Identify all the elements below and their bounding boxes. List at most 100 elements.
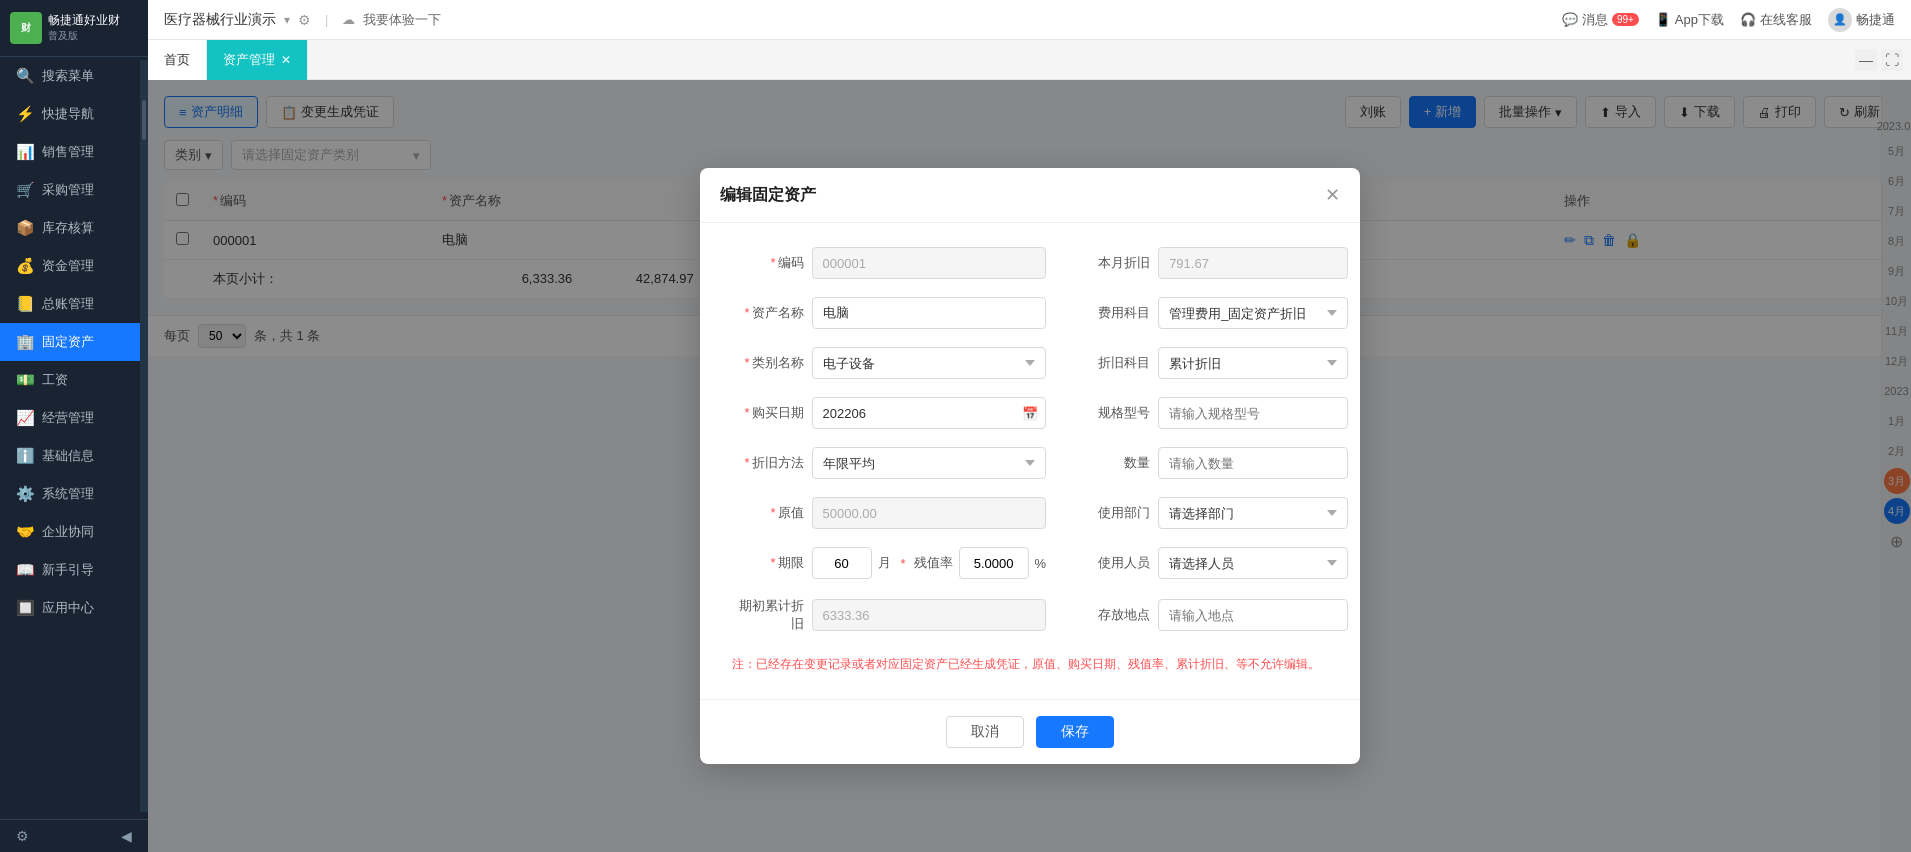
sidebar-scrollbar-track xyxy=(140,60,148,812)
field-code: *编码 xyxy=(732,247,1063,279)
field-original-value: *原值 xyxy=(732,497,1063,529)
field-dep-subject: 折旧科目 累计折旧 xyxy=(1062,347,1348,379)
salvage-unit: % xyxy=(1035,556,1047,571)
logo-sub: 普及版 xyxy=(48,29,120,43)
code-input[interactable] xyxy=(812,247,1047,279)
sidebar-item-finance[interactable]: 💰 资金管理 xyxy=(0,247,148,285)
expense-subject-label: 费用科目 xyxy=(1078,304,1158,322)
sidebar-item-fixed-assets[interactable]: 🏢 固定资产 xyxy=(0,323,148,361)
dep-subject-wrap: 累计折旧 xyxy=(1158,347,1348,379)
sidebar-item-operations[interactable]: 📈 经营管理 xyxy=(0,399,148,437)
period-salvage-group: 月 * 残值率 % xyxy=(812,547,1047,579)
modal-footer: 取消 保存 xyxy=(700,699,1360,764)
original-value-input[interactable] xyxy=(812,497,1047,529)
message-btn[interactable]: 💬 消息 99+ xyxy=(1562,11,1639,29)
monthly-dep-input xyxy=(1158,247,1348,279)
field-asset-name: *资产名称 xyxy=(732,297,1063,329)
sidebar-item-label: 采购管理 xyxy=(42,181,94,199)
sidebar-item-enterprise[interactable]: 🤝 企业协同 xyxy=(0,513,148,551)
quick-nav-icon: ⚡ xyxy=(16,105,34,123)
person-select[interactable]: 请选择人员 xyxy=(1158,547,1348,579)
salvage-label: 残值率 xyxy=(914,554,953,572)
sidebar-item-search[interactable]: 🔍 搜索菜单 xyxy=(0,57,148,95)
message-icon: 💬 xyxy=(1562,12,1578,27)
modal-overlay: 编辑固定资产 ✕ *编码 xyxy=(148,80,1911,852)
expense-subject-select[interactable]: 管理费用_固定资产折旧 xyxy=(1158,297,1348,329)
sidebar-item-label: 系统管理 xyxy=(42,485,94,503)
minimize-btn[interactable]: — xyxy=(1855,49,1877,71)
message-badge: 99+ xyxy=(1612,13,1639,26)
dep-subject-select[interactable]: 累计折旧 xyxy=(1158,347,1348,379)
modal-title: 编辑固定资产 xyxy=(720,185,816,206)
app-logo: 财 畅捷通好业财 普及版 xyxy=(10,12,138,44)
dep-method-select[interactable]: 年限平均 xyxy=(812,447,1047,479)
save-button[interactable]: 保存 xyxy=(1036,716,1114,748)
purchase-date-input[interactable] xyxy=(812,397,1047,429)
trial-label[interactable]: 我要体验一下 xyxy=(363,11,441,29)
sidebar-item-inventory[interactable]: 📦 库存核算 xyxy=(0,209,148,247)
fixed-assets-icon: 🏢 xyxy=(16,333,34,351)
topbar-gear-icon[interactable]: ⚙ xyxy=(298,12,311,28)
modal-close-icon[interactable]: ✕ xyxy=(1325,184,1340,206)
field-period-salvage: *期限 月 * 残值率 % xyxy=(732,547,1063,579)
logo-text: 畅捷通好业财 xyxy=(48,13,120,29)
tab-close-icon[interactable]: ✕ xyxy=(281,53,291,67)
search-icon: 🔍 xyxy=(16,67,34,85)
sidebar-scrollbar-thumb xyxy=(142,100,146,140)
quantity-input[interactable] xyxy=(1158,447,1348,479)
location-input[interactable] xyxy=(1158,599,1348,631)
window-controls: — ⛶ xyxy=(1855,49,1911,71)
field-spec: 规格型号 xyxy=(1062,397,1348,429)
settings-icon[interactable]: ⚙ xyxy=(16,828,29,844)
maximize-btn[interactable]: ⛶ xyxy=(1881,49,1903,71)
message-label: 消息 xyxy=(1582,11,1608,29)
period-input[interactable] xyxy=(812,547,872,579)
collapse-icon[interactable]: ◀ xyxy=(121,828,132,844)
spec-input[interactable] xyxy=(1158,397,1348,429)
sidebar-item-guide[interactable]: 📖 新手引导 xyxy=(0,551,148,589)
app-center-icon: 🔲 xyxy=(16,599,34,617)
payroll-icon: 💵 xyxy=(16,371,34,389)
sidebar-item-quick-nav[interactable]: ⚡ 快捷导航 xyxy=(0,95,148,133)
period-unit: 月 xyxy=(878,554,891,572)
category-select[interactable]: 电子设备 xyxy=(812,347,1047,379)
salvage-input[interactable] xyxy=(959,547,1029,579)
sidebar-item-label: 库存核算 xyxy=(42,219,94,237)
purchase-date-label: *购买日期 xyxy=(732,404,812,422)
ledger-icon: 📒 xyxy=(16,295,34,313)
headset-icon: 🎧 xyxy=(1740,12,1756,27)
modal-header: 编辑固定资产 ✕ xyxy=(700,168,1360,223)
location-label: 存放地点 xyxy=(1078,606,1158,624)
sidebar-item-basic-info[interactable]: ℹ️ 基础信息 xyxy=(0,437,148,475)
tab-home-label: 首页 xyxy=(164,51,190,69)
sidebar-item-ledger[interactable]: 📒 总账管理 xyxy=(0,285,148,323)
modal-note: 注：已经存在变更记录或者对应固定资产已经生成凭证，原值、购买日期、残值率、累计折… xyxy=(732,655,1328,674)
monthly-dep-label: 本月折旧 xyxy=(1078,254,1158,272)
sidebar-item-label: 固定资产 xyxy=(42,333,94,351)
field-purchase-date: *购买日期 📅 xyxy=(732,397,1063,429)
app-download-btn[interactable]: 📱 App下载 xyxy=(1655,11,1724,29)
field-monthly-dep: 本月折旧 xyxy=(1062,247,1348,279)
company-dropdown-icon[interactable]: ▾ xyxy=(284,13,290,27)
user-avatar[interactable]: 👤 畅捷通 xyxy=(1828,8,1895,32)
topbar-right: 💬 消息 99+ 📱 App下载 🎧 在线客服 👤 畅捷通 xyxy=(1562,8,1895,32)
cancel-button[interactable]: 取消 xyxy=(946,716,1024,748)
dept-select[interactable]: 请选择部门 xyxy=(1158,497,1348,529)
sidebar-item-payroll[interactable]: 💵 工资 xyxy=(0,361,148,399)
sidebar-item-app-center[interactable]: 🔲 应用中心 xyxy=(0,589,148,627)
asset-name-input[interactable] xyxy=(812,297,1047,329)
sidebar-item-system[interactable]: ⚙️ 系统管理 xyxy=(0,475,148,513)
sidebar: 财 畅捷通好业财 普及版 🔍 搜索菜单 ⚡ 快捷导航 📊 销售管理 xyxy=(0,0,148,852)
customer-service-btn[interactable]: 🎧 在线客服 xyxy=(1740,11,1812,29)
sidebar-item-label: 新手引导 xyxy=(42,561,94,579)
sidebar-item-label: 资金管理 xyxy=(42,257,94,275)
sidebar-item-sales[interactable]: 📊 销售管理 xyxy=(0,133,148,171)
content-area: ≡ 资产明细 📋 变更生成凭证 刘账 + 新增 批量操作 ▾ xyxy=(148,80,1911,852)
sidebar-item-purchase[interactable]: 🛒 采购管理 xyxy=(0,171,148,209)
tab-home[interactable]: 首页 xyxy=(148,40,207,80)
sales-icon: 📊 xyxy=(16,143,34,161)
guide-icon: 📖 xyxy=(16,561,34,579)
tab-asset-mgmt[interactable]: 资产管理 ✕ xyxy=(207,40,308,80)
field-dep-method: *折旧方法 年限平均 xyxy=(732,447,1063,479)
calendar-icon[interactable]: 📅 xyxy=(1022,406,1038,421)
